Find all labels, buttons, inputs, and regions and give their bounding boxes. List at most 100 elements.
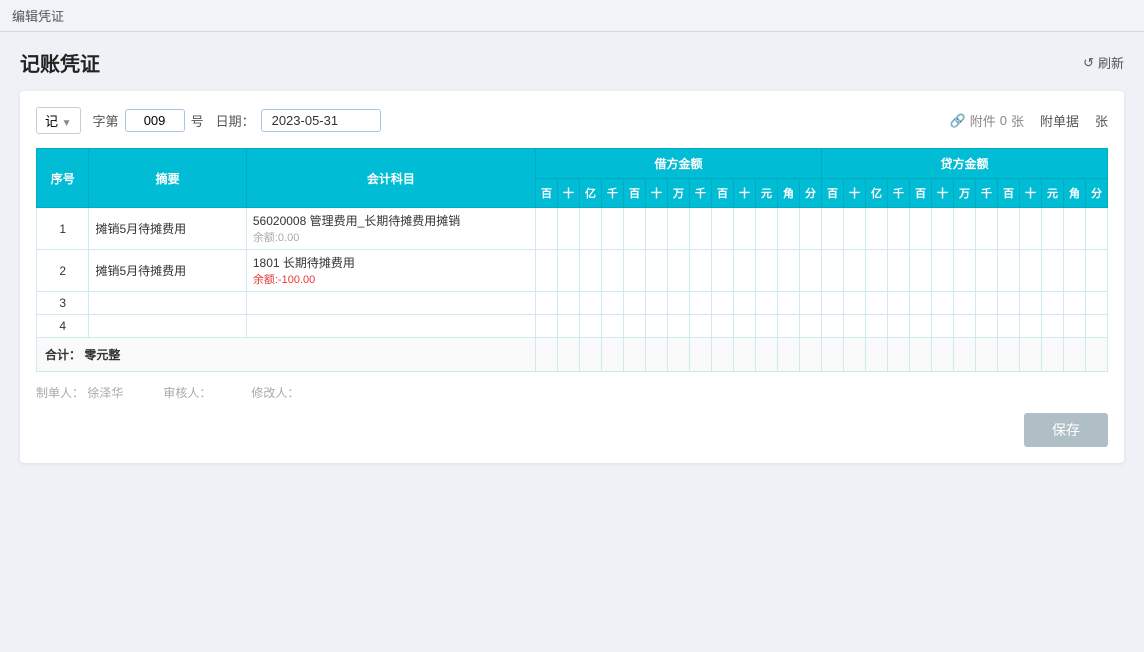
row3-debit-d5[interactable]: [624, 292, 646, 315]
row4-debit-d2[interactable]: [558, 315, 580, 338]
row3-credit-d8[interactable]: [976, 292, 998, 315]
row2-credit-d1[interactable]: [822, 250, 844, 292]
row3-debit-d11[interactable]: [756, 292, 778, 315]
table-row[interactable]: 4: [37, 315, 1108, 338]
row2-debit-d2[interactable]: [558, 250, 580, 292]
refresh-button[interactable]: ↺ 刷新: [1083, 53, 1124, 72]
row2-credit-d9[interactable]: [998, 250, 1020, 292]
row1-debit-d13[interactable]: [800, 208, 822, 250]
row2-debit-d13[interactable]: [800, 250, 822, 292]
row3-debit-d9[interactable]: [712, 292, 734, 315]
row1-debit-d12[interactable]: [778, 208, 800, 250]
row4-credit-d5[interactable]: [910, 315, 932, 338]
row4-debit-d5[interactable]: [624, 315, 646, 338]
row4-credit-d10[interactable]: [1020, 315, 1042, 338]
voucher-type-button[interactable]: 记 ▼: [36, 107, 81, 134]
attachment-link[interactable]: 🔗 附件 0 张: [950, 111, 1024, 130]
row3-credit-d3[interactable]: [866, 292, 888, 315]
row2-debit-d8[interactable]: [690, 250, 712, 292]
row3-debit-d6[interactable]: [646, 292, 668, 315]
row3-credit-d7[interactable]: [954, 292, 976, 315]
row1-credit-d9[interactable]: [998, 208, 1020, 250]
row3-credit-d10[interactable]: [1020, 292, 1042, 315]
row3-credit-d4[interactable]: [888, 292, 910, 315]
row3-debit-d4[interactable]: [602, 292, 624, 315]
row3-credit-d6[interactable]: [932, 292, 954, 315]
row1-credit-d2[interactable]: [844, 208, 866, 250]
row4-debit-d1[interactable]: [536, 315, 558, 338]
row4-credit-d9[interactable]: [998, 315, 1020, 338]
row1-debit-d7[interactable]: [668, 208, 690, 250]
row1-credit-d5[interactable]: [910, 208, 932, 250]
row3-debit-d7[interactable]: [668, 292, 690, 315]
row4-credit-d7[interactable]: [954, 315, 976, 338]
row4-credit-d8[interactable]: [976, 315, 998, 338]
row3-debit-d8[interactable]: [690, 292, 712, 315]
row4-debit-d10[interactable]: [734, 315, 756, 338]
row1-debit-d1[interactable]: [536, 208, 558, 250]
row1-debit-d2[interactable]: [558, 208, 580, 250]
row1-credit-d8[interactable]: [976, 208, 998, 250]
row1-credit-d6[interactable]: [932, 208, 954, 250]
row2-credit-d5[interactable]: [910, 250, 932, 292]
voucher-num-input[interactable]: [125, 109, 185, 132]
row-summary-3[interactable]: [89, 292, 246, 315]
save-button[interactable]: 保存: [1024, 413, 1108, 447]
row4-credit-d2[interactable]: [844, 315, 866, 338]
row1-debit-d6[interactable]: [646, 208, 668, 250]
row2-debit-d7[interactable]: [668, 250, 690, 292]
row1-debit-d3[interactable]: [580, 208, 602, 250]
row2-credit-d7[interactable]: [954, 250, 976, 292]
row2-debit-d11[interactable]: [756, 250, 778, 292]
row2-debit-d1[interactable]: [536, 250, 558, 292]
row2-debit-d5[interactable]: [624, 250, 646, 292]
row2-credit-d12[interactable]: [1064, 250, 1086, 292]
row2-credit-d11[interactable]: [1042, 250, 1064, 292]
row-account-2[interactable]: 1801 长期待摊费用余额:-100.00: [246, 250, 535, 292]
row-account-3[interactable]: [246, 292, 535, 315]
row3-credit-d9[interactable]: [998, 292, 1020, 315]
row3-credit-d11[interactable]: [1042, 292, 1064, 315]
row2-credit-d8[interactable]: [976, 250, 998, 292]
table-row[interactable]: 1摊销5月待摊费用56020008 管理费用_长期待摊费用摊销余额:0.00: [37, 208, 1108, 250]
row4-debit-d12[interactable]: [778, 315, 800, 338]
table-row[interactable]: 3: [37, 292, 1108, 315]
row1-credit-d1[interactable]: [822, 208, 844, 250]
row-summary-2[interactable]: 摊销5月待摊费用: [89, 250, 246, 292]
row2-debit-d9[interactable]: [712, 250, 734, 292]
row3-debit-d10[interactable]: [734, 292, 756, 315]
row2-debit-d6[interactable]: [646, 250, 668, 292]
row4-debit-d7[interactable]: [668, 315, 690, 338]
row1-debit-d10[interactable]: [734, 208, 756, 250]
row2-credit-d13[interactable]: [1086, 250, 1108, 292]
row-summary-1[interactable]: 摊销5月待摊费用: [89, 208, 246, 250]
row1-credit-d3[interactable]: [866, 208, 888, 250]
row1-debit-d8[interactable]: [690, 208, 712, 250]
row2-credit-d2[interactable]: [844, 250, 866, 292]
row-account-4[interactable]: [246, 315, 535, 338]
row4-debit-d6[interactable]: [646, 315, 668, 338]
row1-credit-d10[interactable]: [1020, 208, 1042, 250]
row4-debit-d8[interactable]: [690, 315, 712, 338]
row3-debit-d3[interactable]: [580, 292, 602, 315]
row1-debit-d4[interactable]: [602, 208, 624, 250]
row4-credit-d13[interactable]: [1086, 315, 1108, 338]
row3-debit-d12[interactable]: [778, 292, 800, 315]
row1-debit-d9[interactable]: [712, 208, 734, 250]
row4-credit-d11[interactable]: [1042, 315, 1064, 338]
row4-credit-d3[interactable]: [866, 315, 888, 338]
row2-credit-d4[interactable]: [888, 250, 910, 292]
row1-credit-d12[interactable]: [1064, 208, 1086, 250]
row3-debit-d13[interactable]: [800, 292, 822, 315]
row2-credit-d3[interactable]: [866, 250, 888, 292]
row4-debit-d11[interactable]: [756, 315, 778, 338]
row3-credit-d2[interactable]: [844, 292, 866, 315]
row1-debit-d5[interactable]: [624, 208, 646, 250]
row3-credit-d5[interactable]: [910, 292, 932, 315]
attach-single-button[interactable]: 附单据: [1040, 111, 1079, 130]
row2-credit-d6[interactable]: [932, 250, 954, 292]
row4-credit-d1[interactable]: [822, 315, 844, 338]
row3-credit-d1[interactable]: [822, 292, 844, 315]
row4-debit-d3[interactable]: [580, 315, 602, 338]
row3-credit-d13[interactable]: [1086, 292, 1108, 315]
